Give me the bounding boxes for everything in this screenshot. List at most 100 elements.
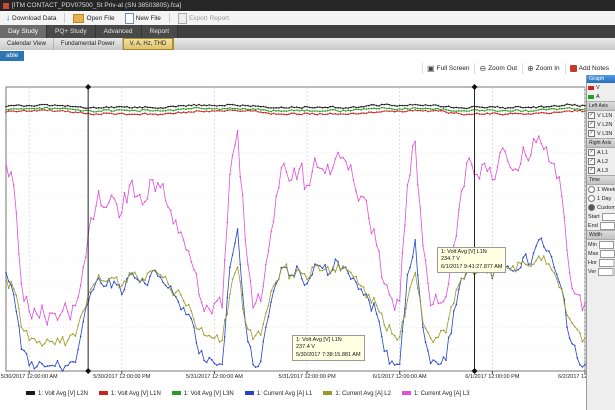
series-point bbox=[489, 106, 491, 108]
chart-tooltip[interactable]: 1: Volt Avg [V] L1N 237.4 V 5/30/2017 7:… bbox=[292, 335, 365, 361]
series-point bbox=[296, 269, 298, 271]
panel-radio-1-week[interactable]: 1 Week bbox=[587, 185, 615, 194]
panel-check-v-l1n[interactable]: ✓V L1N bbox=[587, 111, 615, 120]
series-point bbox=[113, 114, 115, 116]
panel-field-min[interactable]: Min bbox=[587, 240, 615, 249]
panel-swatch-a[interactable]: A bbox=[587, 92, 615, 101]
series-point bbox=[175, 296, 177, 298]
panel-field-max[interactable]: Max bbox=[587, 249, 615, 258]
series-point bbox=[566, 314, 568, 316]
series-point bbox=[134, 106, 136, 108]
series-point bbox=[118, 217, 120, 219]
series-point bbox=[515, 106, 517, 108]
series-point bbox=[67, 108, 69, 110]
panel-check-a-l2[interactable]: ✓A L2 bbox=[587, 157, 615, 166]
tab-report[interactable]: Report bbox=[142, 25, 179, 38]
series-point bbox=[564, 303, 566, 305]
series-point bbox=[44, 343, 46, 345]
subtab-fundamental-power[interactable]: Fundamental Power bbox=[54, 38, 123, 50]
radio-button[interactable] bbox=[588, 186, 595, 193]
tab-day-study[interactable]: Day Study bbox=[0, 25, 47, 38]
series-point bbox=[247, 110, 249, 112]
checkbox[interactable]: ✓ bbox=[588, 121, 595, 128]
radio-button[interactable] bbox=[588, 204, 595, 211]
text-input[interactable] bbox=[600, 250, 615, 258]
tab-advanced[interactable]: Advanced bbox=[96, 25, 142, 38]
open-file-button[interactable]: Open File bbox=[69, 12, 118, 24]
table-view-button[interactable]: able bbox=[0, 51, 24, 61]
series-point bbox=[268, 316, 270, 318]
series-point bbox=[335, 113, 337, 115]
series-point bbox=[95, 281, 97, 283]
checkbox[interactable]: ✓ bbox=[588, 130, 595, 137]
chart-tooltip[interactable]: 1: Volt Avg [V] L1N 234.7 V 6/1/2017 9:4… bbox=[437, 247, 506, 273]
text-input[interactable] bbox=[599, 241, 614, 249]
series-point bbox=[409, 110, 411, 112]
panel-spinner-ver[interactable]: Ver bbox=[587, 267, 615, 276]
series-point bbox=[103, 280, 105, 282]
download-data-button[interactable]: ↓ Download Data bbox=[2, 12, 60, 24]
new-file-button[interactable]: New File bbox=[121, 12, 165, 24]
panel-radio-custom[interactable]: Custom bbox=[587, 203, 615, 212]
series-point bbox=[399, 364, 401, 366]
series-point bbox=[265, 112, 267, 114]
series-point bbox=[468, 114, 470, 116]
legend-item[interactable]: 1: Volt Avg [V] L2N bbox=[26, 391, 88, 397]
export-report-button[interactable]: Export Report bbox=[174, 12, 233, 24]
panel-field-end[interactable]: End bbox=[587, 221, 615, 230]
checkbox[interactable]: ✓ bbox=[588, 167, 595, 174]
plot-area[interactable] bbox=[6, 87, 585, 371]
legend-item[interactable]: 1: Current Avg [A] L1 bbox=[245, 391, 313, 397]
add-notes-button[interactable]: Add Notes bbox=[565, 63, 613, 74]
series-point bbox=[242, 110, 244, 112]
series-point bbox=[201, 350, 203, 352]
panel-radio-1-day[interactable]: 1 Day bbox=[587, 194, 615, 203]
series-point bbox=[39, 107, 41, 109]
panel-swatch-v[interactable]: V bbox=[587, 83, 615, 92]
zoom-in-button[interactable]: ⊕ Zoom In bbox=[522, 63, 564, 74]
full-screen-button[interactable]: ▣ Full Screen bbox=[422, 63, 473, 74]
spinner-input[interactable] bbox=[599, 259, 615, 267]
panel-header-time[interactable]: Time bbox=[587, 175, 615, 185]
panel-header-width[interactable]: Width bbox=[587, 230, 615, 240]
series-point bbox=[232, 110, 234, 112]
legend-item[interactable]: 1: Volt Avg [V] L1N bbox=[99, 391, 161, 397]
zoom-out-button[interactable]: ⊖ Zoom Out bbox=[474, 63, 521, 74]
subtab-calendar-view[interactable]: Calendar View bbox=[0, 38, 54, 50]
checkbox[interactable]: ✓ bbox=[588, 149, 595, 156]
panel-check-a-l1[interactable]: ✓A L1 bbox=[587, 148, 615, 157]
series-point bbox=[134, 110, 136, 112]
series-point bbox=[525, 155, 527, 157]
series-point bbox=[384, 104, 386, 106]
panel-check-v-l2n[interactable]: ✓V L2N bbox=[587, 120, 615, 129]
series-point bbox=[484, 110, 486, 112]
radio-button[interactable] bbox=[588, 195, 595, 202]
series-point bbox=[67, 340, 69, 342]
spinner-input[interactable] bbox=[598, 268, 615, 276]
panel-spinner-hor[interactable]: Hor bbox=[587, 258, 615, 267]
series-point bbox=[569, 107, 571, 109]
series-point bbox=[211, 337, 213, 339]
legend-item[interactable]: 1: Current Avg [A] L2 bbox=[323, 391, 391, 397]
panel-check-v-l3n[interactable]: ✓V L3N bbox=[587, 129, 615, 138]
checkbox[interactable]: ✓ bbox=[588, 112, 595, 119]
series-point bbox=[237, 108, 239, 110]
panel-field-start[interactable]: Start bbox=[587, 212, 615, 221]
tab-pq-study[interactable]: PQ+ Study bbox=[47, 25, 96, 38]
text-input[interactable] bbox=[602, 213, 615, 221]
x-axis-label: 6/1/2017 12:00:00 AM bbox=[365, 374, 435, 380]
text-input[interactable] bbox=[600, 222, 615, 230]
panel-check-a-l3[interactable]: ✓A L3 bbox=[587, 166, 615, 175]
panel-header-right-axis[interactable]: Right Axis bbox=[587, 138, 615, 148]
legend-item[interactable]: 1: Current Avg [A] L3 bbox=[402, 391, 470, 397]
subtab-v-a-hz-thd[interactable]: V, A, Hz, THD bbox=[123, 38, 175, 50]
timeseries-chart[interactable] bbox=[0, 75, 588, 375]
legend-item[interactable]: 1: Volt Avg [V] L3N bbox=[172, 391, 234, 397]
panel-header-left-axis[interactable]: Left Axis bbox=[587, 101, 615, 111]
checkbox[interactable]: ✓ bbox=[588, 158, 595, 165]
series-point bbox=[368, 108, 370, 110]
panel-title-graph[interactable]: Graph bbox=[587, 75, 615, 83]
series-point bbox=[543, 108, 545, 110]
series-point bbox=[386, 330, 388, 332]
series-point bbox=[425, 327, 427, 329]
